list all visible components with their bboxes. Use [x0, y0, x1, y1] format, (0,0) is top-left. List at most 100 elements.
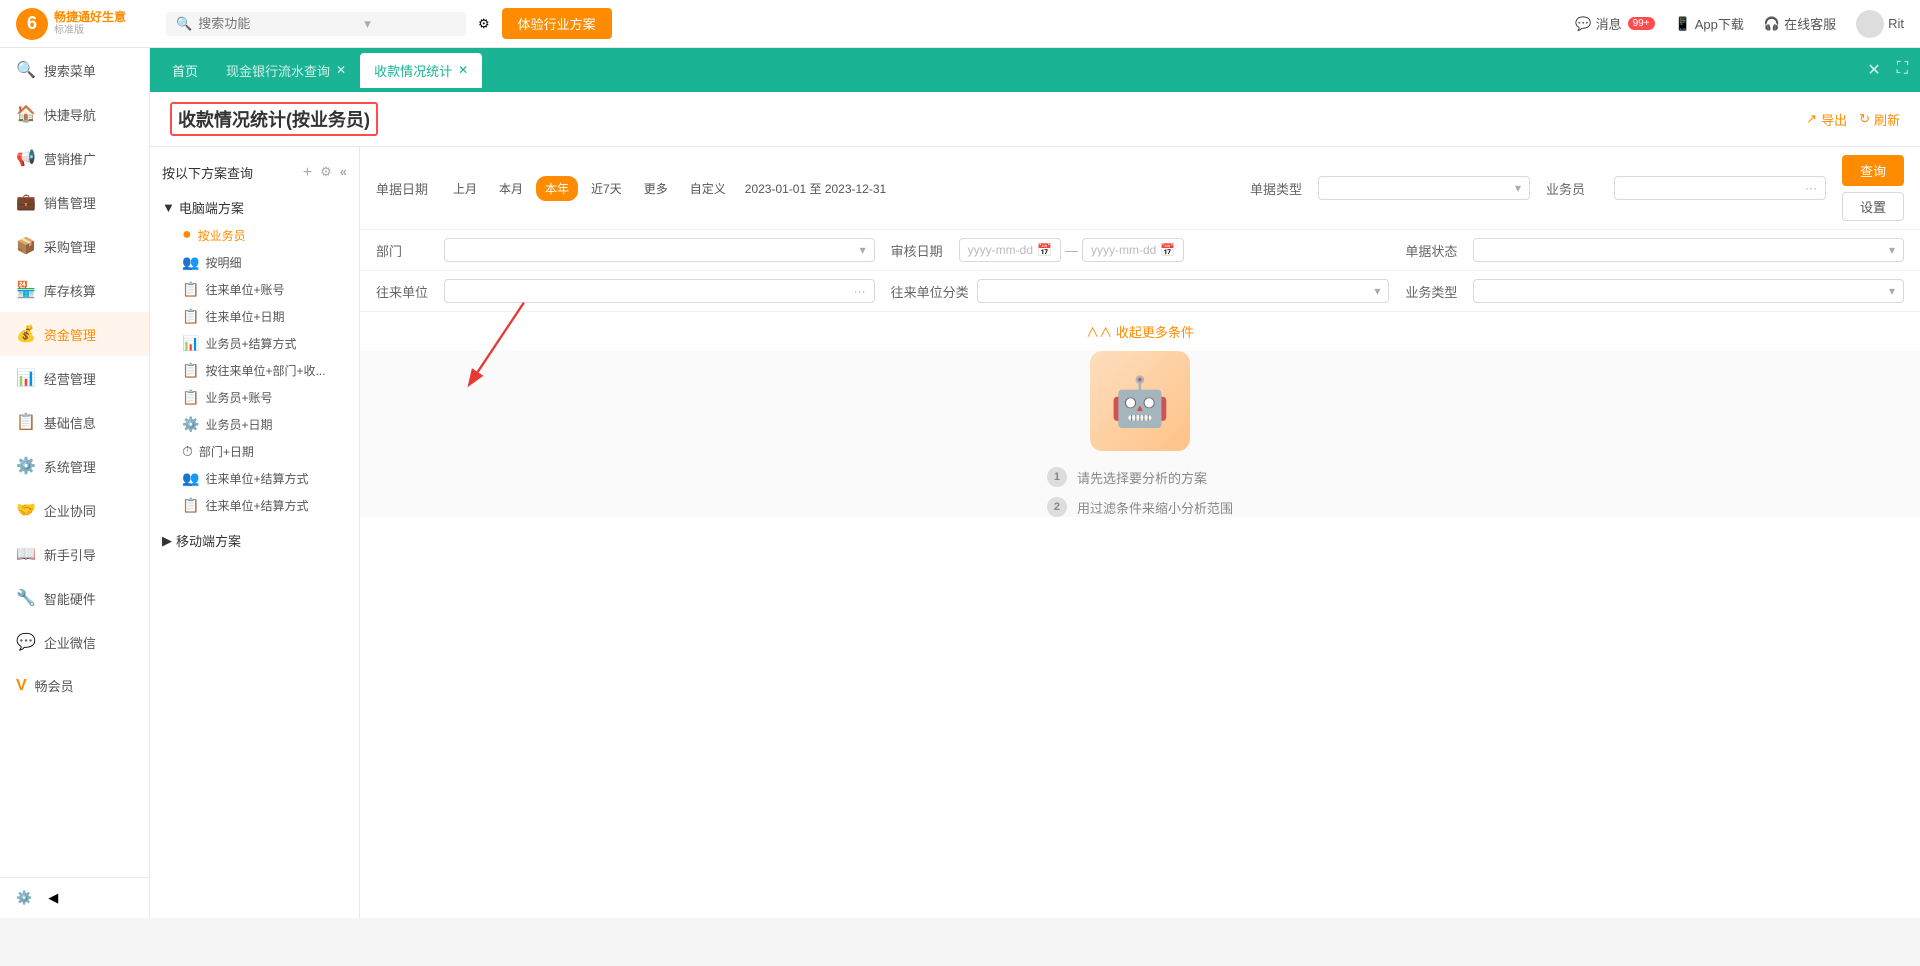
salesperson-more-icon[interactable]: ···	[1805, 181, 1817, 195]
sidebar-item-system[interactable]: ⚙️ 系统管理	[0, 444, 149, 488]
voucher-status-select[interactable]: ▾	[1473, 238, 1904, 262]
member-icon: V	[16, 677, 27, 695]
gear-button[interactable]: ⚙	[478, 16, 490, 32]
date-btn-more[interactable]: 更多	[635, 176, 677, 201]
sidebar-item-member[interactable]: V 畅会员	[0, 664, 149, 707]
scheme-item-unit-settle2[interactable]: 📋 往来单位+结算方式	[162, 492, 347, 519]
app-download-button[interactable]: 📱 App下载	[1675, 14, 1744, 33]
date-separator: —	[1065, 243, 1078, 258]
app-logo: 6	[16, 8, 48, 40]
sidebar-item-marketing[interactable]: 📢 营销推广	[0, 136, 149, 180]
counterpart-select[interactable]: ···	[444, 279, 875, 303]
tab-close-bank[interactable]: ✕	[336, 63, 346, 77]
step-num-2: 2	[1047, 497, 1067, 517]
scheme-unit-settle1-icon: 👥	[182, 470, 199, 487]
date-btn-thismonth[interactable]: 本月	[490, 176, 532, 201]
review-date-to[interactable]: yyyy-mm-dd 📅	[1082, 238, 1184, 262]
scheme-settings-button[interactable]: ⚙	[320, 164, 332, 182]
scheme-item-sales-account[interactable]: 📋 业务员+账号	[162, 384, 347, 411]
customer-service-button[interactable]: 🎧 在线客服	[1764, 14, 1836, 33]
date-btn-7days[interactable]: 近7天	[582, 176, 631, 201]
counterpart-category-select[interactable]: ▾	[977, 279, 1390, 303]
query-button[interactable]: 查询	[1842, 155, 1904, 186]
sidebar-item-search[interactable]: 🔍 搜索菜单	[0, 48, 149, 92]
date-btn-lastmonth[interactable]: 上月	[444, 176, 486, 201]
collapse-conditions-button[interactable]: ∧∧ 收起更多条件	[360, 312, 1920, 351]
tab-close-collection[interactable]: ✕	[458, 63, 468, 77]
filter-review-date: 审核日期 yyyy-mm-dd 📅 — yyyy-mm-dd 📅	[891, 238, 1390, 262]
message-badge: 99+	[1628, 17, 1655, 30]
date-btn-custom[interactable]: 自定义	[681, 176, 735, 201]
date-label: 单据日期	[376, 179, 436, 198]
tab-home[interactable]: 首页	[158, 53, 212, 88]
scheme-item-unit-account[interactable]: 📋 往来单位+账号	[162, 276, 347, 303]
sidebar-item-purchase[interactable]: 📦 采购管理	[0, 224, 149, 268]
voucher-status-chevron: ▾	[1889, 243, 1895, 257]
page-header-actions: ↗ 导出 ↻ 刷新	[1806, 110, 1900, 129]
salesperson-select[interactable]: ···	[1614, 176, 1826, 200]
filter-settings-button[interactable]: 设置	[1842, 192, 1904, 221]
search-input[interactable]	[198, 16, 358, 31]
system-icon: ⚙️	[16, 456, 36, 476]
desktop-group-title[interactable]: ▼ 电脑端方案	[162, 194, 347, 221]
empty-steps: 1 请先选择要分析的方案 2 用过滤条件来缩小分析范围	[1047, 467, 1233, 517]
scheme-sales-date-icon: ⚙️	[182, 416, 199, 433]
scheme-item-salesperson[interactable]: ● 按业务员	[162, 221, 347, 249]
download-icon: 📱	[1675, 16, 1691, 32]
scheme-item-sales-settle[interactable]: 📊 业务员+结算方式	[162, 330, 347, 357]
sidebar-item-guide[interactable]: 📖 新手引导	[0, 532, 149, 576]
basics-icon: 📋	[16, 412, 36, 432]
mobile-group-title[interactable]: ▶ 移动端方案	[162, 527, 347, 554]
weixin-icon: 💬	[16, 632, 36, 652]
filter-row-2: 部门 ▾ 审核日期 yyyy-mm-dd 📅	[360, 230, 1920, 271]
scheme-item-unit-settle1[interactable]: 👥 往来单位+结算方式	[162, 465, 347, 492]
user-avatar-area[interactable]: Rit	[1856, 10, 1904, 38]
business-type-select[interactable]: ▾	[1473, 279, 1904, 303]
main-content: 首页 现金银行流水查询 ✕ 收款情况统计 ✕ ✕ ⛶ 收款情况统计(按业务员) …	[150, 48, 1920, 918]
sidebar-item-sales[interactable]: 💼 销售管理	[0, 180, 149, 224]
scheme-item-dept-date[interactable]: ⏱ 部门+日期	[162, 438, 347, 465]
sidebar-collapse-icon[interactable]: ◀	[48, 890, 58, 906]
scheme-panel: 按以下方案查询 + ⚙ « ▼ 电脑端方案 ● 按业务员	[150, 147, 360, 918]
scheme-add-button[interactable]: +	[303, 164, 312, 182]
export-button[interactable]: ↗ 导出	[1806, 110, 1847, 129]
refresh-button[interactable]: ↻ 刷新	[1859, 110, 1900, 129]
sidebar-item-hardware[interactable]: 🔧 智能硬件	[0, 576, 149, 620]
scheme-active-icon: ●	[182, 226, 192, 244]
scheme-item-detail[interactable]: 👥 按明细	[162, 249, 347, 276]
voucher-type-select[interactable]: ▾	[1318, 176, 1530, 200]
review-date-from[interactable]: yyyy-mm-dd 📅	[959, 238, 1061, 262]
sidebar-item-basics[interactable]: 📋 基础信息	[0, 400, 149, 444]
scheme-item-sales-date[interactable]: ⚙️ 业务员+日期	[162, 411, 347, 438]
dept-select[interactable]: ▾	[444, 238, 875, 262]
message-button[interactable]: 💬 消息 99+	[1575, 14, 1654, 33]
counterpart-category-label: 往来单位分类	[891, 282, 969, 301]
sidebar-item-inventory[interactable]: 🏪 库存核算	[0, 268, 149, 312]
tab-expand-icon[interactable]: ⛶	[1893, 56, 1912, 84]
trial-button[interactable]: 体验行业方案	[502, 8, 612, 39]
global-search[interactable]: 🔍 ▾	[166, 12, 466, 36]
sidebar-item-weixin[interactable]: 💬 企业微信	[0, 620, 149, 664]
message-icon: 💬	[1575, 16, 1591, 32]
sidebar-item-enterprise[interactable]: 🤝 企业协同	[0, 488, 149, 532]
scheme-sales-account-icon: 📋	[182, 389, 199, 406]
tab-collection-stats[interactable]: 收款情况统计 ✕	[360, 53, 482, 88]
sidebar-item-quicknav[interactable]: 🏠 快捷导航	[0, 92, 149, 136]
scheme-collapse-button[interactable]: «	[340, 164, 347, 182]
tab-close-all-icon[interactable]: ✕	[1863, 56, 1884, 84]
content-area: 按以下方案查询 + ⚙ « ▼ 电脑端方案 ● 按业务员	[150, 147, 1920, 918]
sidebar-settings-icon[interactable]: ⚙️	[16, 890, 32, 906]
tab-bank-flow[interactable]: 现金银行流水查询 ✕	[212, 53, 360, 88]
scheme-item-unit-dept[interactable]: 📋 按往来单位+部门+收...	[162, 357, 347, 384]
counterpart-more-icon[interactable]: ···	[854, 284, 866, 298]
date-btn-thisyear[interactable]: 本年	[536, 176, 578, 201]
sidebar-item-operations[interactable]: 📊 经营管理	[0, 356, 149, 400]
purchase-icon: 📦	[16, 236, 36, 256]
empty-step-1: 1 请先选择要分析的方案	[1047, 467, 1233, 487]
sidebar-item-finance[interactable]: 💰 资金管理	[0, 312, 149, 356]
scheme-item-unit-date[interactable]: 📋 往来单位+日期	[162, 303, 347, 330]
app-name: 畅捷通好生意	[54, 10, 126, 24]
page-header: 收款情况统计(按业务员) ↗ 导出 ↻ 刷新	[150, 92, 1920, 147]
collapse-icon: ∧∧	[1086, 325, 1112, 340]
collapse-triangle: ▼	[162, 200, 175, 215]
